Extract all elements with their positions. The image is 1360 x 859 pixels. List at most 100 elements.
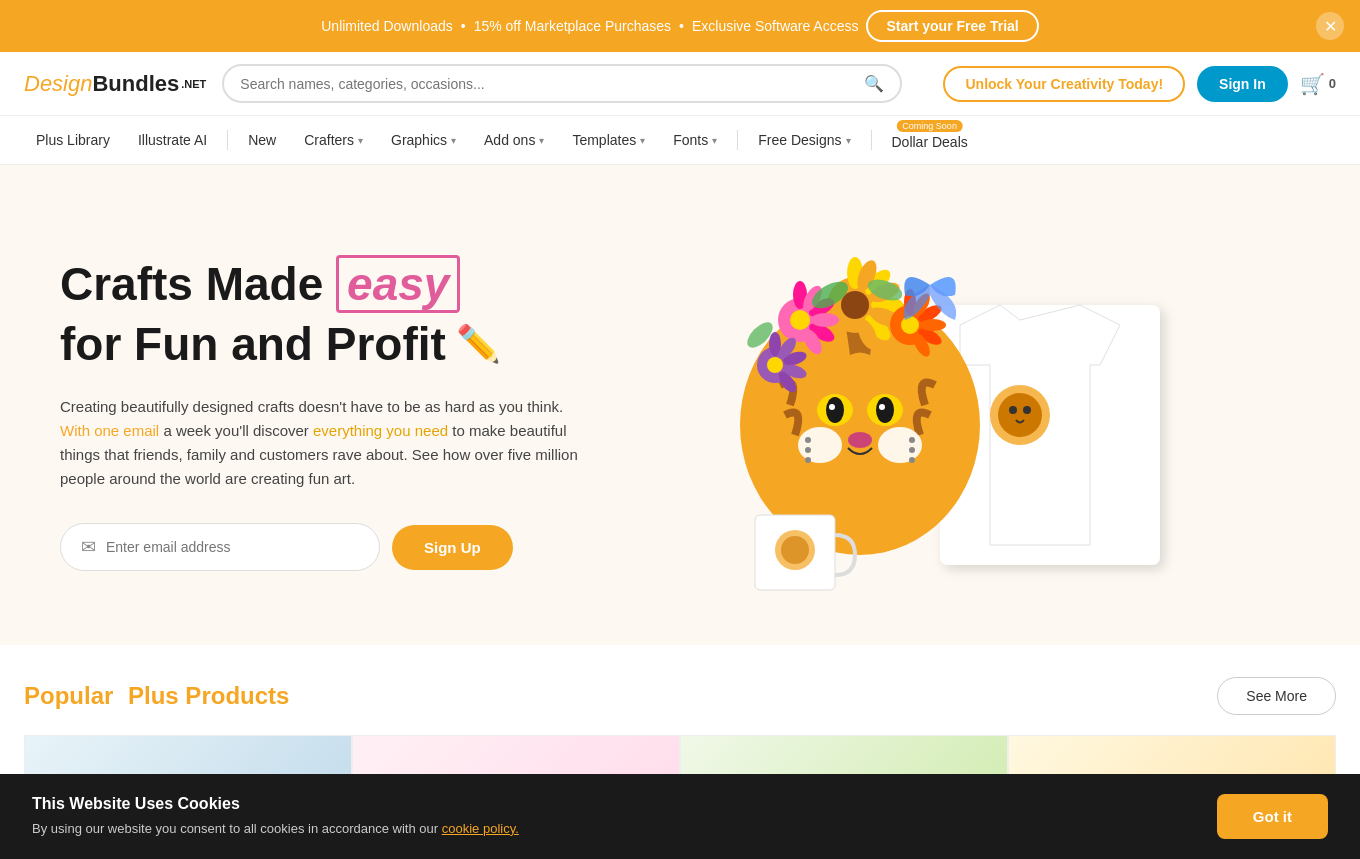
svg-point-45 (920, 319, 946, 331)
svg-point-11 (879, 404, 885, 410)
see-more-button[interactable]: See More (1217, 677, 1336, 715)
logo-bundles: Bundles (92, 71, 179, 97)
popular-title-normal: Popular (24, 682, 113, 709)
svg-point-15 (805, 437, 811, 443)
nav-item-addons[interactable]: Add ons ▾ (472, 118, 556, 162)
nav-separator-3 (871, 130, 872, 150)
banner-close-button[interactable]: ✕ (1316, 12, 1344, 40)
main-nav: Plus Library Illustrate AI New Crafters … (0, 116, 1360, 165)
svg-point-4 (1023, 406, 1031, 414)
search-button[interactable]: 🔍 (864, 74, 884, 93)
chevron-down-icon: ▾ (451, 135, 456, 146)
banner-text: Unlimited Downloads • 15% off Marketplac… (321, 10, 1039, 42)
free-trial-button[interactable]: Start your Free Trial (866, 10, 1038, 42)
banner-text1: Unlimited Downloads (321, 18, 453, 34)
hero-subtitle-text: for Fun and Profit (60, 317, 446, 371)
cookie-text-block: This Website Uses Cookies By using our w… (32, 795, 1193, 839)
banner-text3: Exclusive Software Access (692, 18, 859, 34)
chevron-down-icon: ▾ (846, 135, 851, 146)
hero-image (580, 225, 1300, 605)
hero-link-with-one-email[interactable]: With one email (60, 422, 159, 439)
hero-headline-text: Crafts Made (60, 258, 336, 310)
signin-button[interactable]: Sign In (1197, 66, 1288, 102)
banner-text2: 15% off Marketplace Purchases (474, 18, 671, 34)
chevron-down-icon: ▾ (712, 135, 717, 146)
popular-title: Popular Plus Products (24, 682, 289, 710)
nav-label-illustrate-ai: Illustrate AI (138, 132, 207, 148)
hero-desc-1: Creating beautifully designed crafts doe… (60, 398, 563, 415)
nav-label-free-designs: Free Designs (758, 132, 841, 148)
hero-desc-2: a week you'll discover (159, 422, 313, 439)
svg-point-13 (798, 427, 842, 463)
cookie-description: By using our website you consent to all … (32, 819, 1193, 839)
popular-title-colored: Plus Products (128, 682, 289, 709)
top-banner: Unlimited Downloads • 15% off Marketplac… (0, 0, 1360, 52)
chevron-down-icon: ▾ (640, 135, 645, 146)
svg-point-12 (848, 432, 872, 448)
search-bar: 🔍 (222, 64, 902, 103)
svg-point-48 (767, 357, 783, 373)
nav-item-graphics[interactable]: Graphics ▾ (379, 118, 468, 162)
nav-item-plus-library[interactable]: Plus Library (24, 118, 122, 162)
nav-item-new[interactable]: New (236, 118, 288, 162)
nav-item-dollar-deals[interactable]: Coming Soon Dollar Deals (880, 116, 980, 164)
hero-easy-text: easy (336, 255, 460, 313)
nav-label-new: New (248, 132, 276, 148)
cookie-title: This Website Uses Cookies (32, 795, 1193, 813)
cookie-banner: This Website Uses Cookies By using our w… (0, 774, 1360, 859)
banner-bullet1: • (461, 18, 466, 34)
search-input[interactable] (240, 76, 856, 92)
svg-point-59 (781, 536, 809, 564)
banner-bullet2: • (679, 18, 684, 34)
logo-net: .NET (181, 78, 206, 90)
hero-subtitle: for Fun and Profit ✏️ (60, 317, 580, 371)
header: DesignBundles.NET 🔍 Unlock Your Creativi… (0, 52, 1360, 116)
email-input-wrapper: ✉ (60, 523, 380, 571)
logo-design: Design (24, 71, 92, 97)
nav-item-fonts[interactable]: Fonts ▾ (661, 118, 729, 162)
nav-item-illustrate-ai[interactable]: Illustrate AI (126, 118, 219, 162)
svg-point-16 (805, 447, 811, 453)
cookie-desc-text: By using our website you consent to all … (32, 821, 442, 836)
nav-label-addons: Add ons (484, 132, 535, 148)
coming-soon-badge: Coming Soon (896, 120, 963, 132)
hero-headline: Crafts Made easy (60, 259, 580, 310)
chevron-down-icon: ▾ (539, 135, 544, 146)
nav-item-crafters[interactable]: Crafters ▾ (292, 118, 375, 162)
hero-link-everything[interactable]: everything you need (313, 422, 448, 439)
email-icon: ✉ (81, 536, 96, 558)
chevron-down-icon: ▾ (358, 135, 363, 146)
svg-point-14 (878, 427, 922, 463)
svg-point-3 (1009, 406, 1017, 414)
nav-item-free-designs[interactable]: Free Designs ▾ (746, 118, 862, 162)
nav-label-crafters: Crafters (304, 132, 354, 148)
svg-point-10 (829, 404, 835, 410)
svg-point-8 (826, 397, 844, 423)
svg-point-19 (909, 447, 915, 453)
svg-point-32 (790, 310, 810, 330)
email-field[interactable] (106, 539, 359, 555)
nav-separator-1 (227, 130, 228, 150)
nav-label-plus-library: Plus Library (36, 132, 110, 148)
nav-item-templates[interactable]: Templates ▾ (560, 118, 657, 162)
cart-button[interactable]: 🛒 0 (1300, 72, 1336, 96)
cart-icon: 🛒 (1300, 72, 1325, 96)
hero-email-row: ✉ Sign Up (60, 523, 580, 571)
cart-count: 0 (1329, 76, 1336, 91)
nav-label-graphics: Graphics (391, 132, 447, 148)
hero-description: Creating beautifully designed crafts doe… (60, 395, 580, 491)
nav-label-templates: Templates (572, 132, 636, 148)
got-it-button[interactable]: Got it (1217, 794, 1328, 839)
signup-button[interactable]: Sign Up (392, 525, 513, 570)
nav-label-dollar-deals: Dollar Deals (892, 134, 968, 150)
svg-point-2 (998, 393, 1042, 437)
svg-point-18 (909, 437, 915, 443)
search-icon: 🔍 (864, 75, 884, 92)
popular-header: Popular Plus Products See More (24, 677, 1336, 715)
unlock-button[interactable]: Unlock Your Creativity Today! (943, 66, 1185, 102)
header-actions: Unlock Your Creativity Today! Sign In 🛒 … (943, 66, 1336, 102)
close-icon: ✕ (1324, 17, 1337, 36)
svg-point-9 (876, 397, 894, 423)
logo[interactable]: DesignBundles.NET (24, 71, 206, 97)
cookie-policy-link[interactable]: cookie policy. (442, 821, 519, 836)
